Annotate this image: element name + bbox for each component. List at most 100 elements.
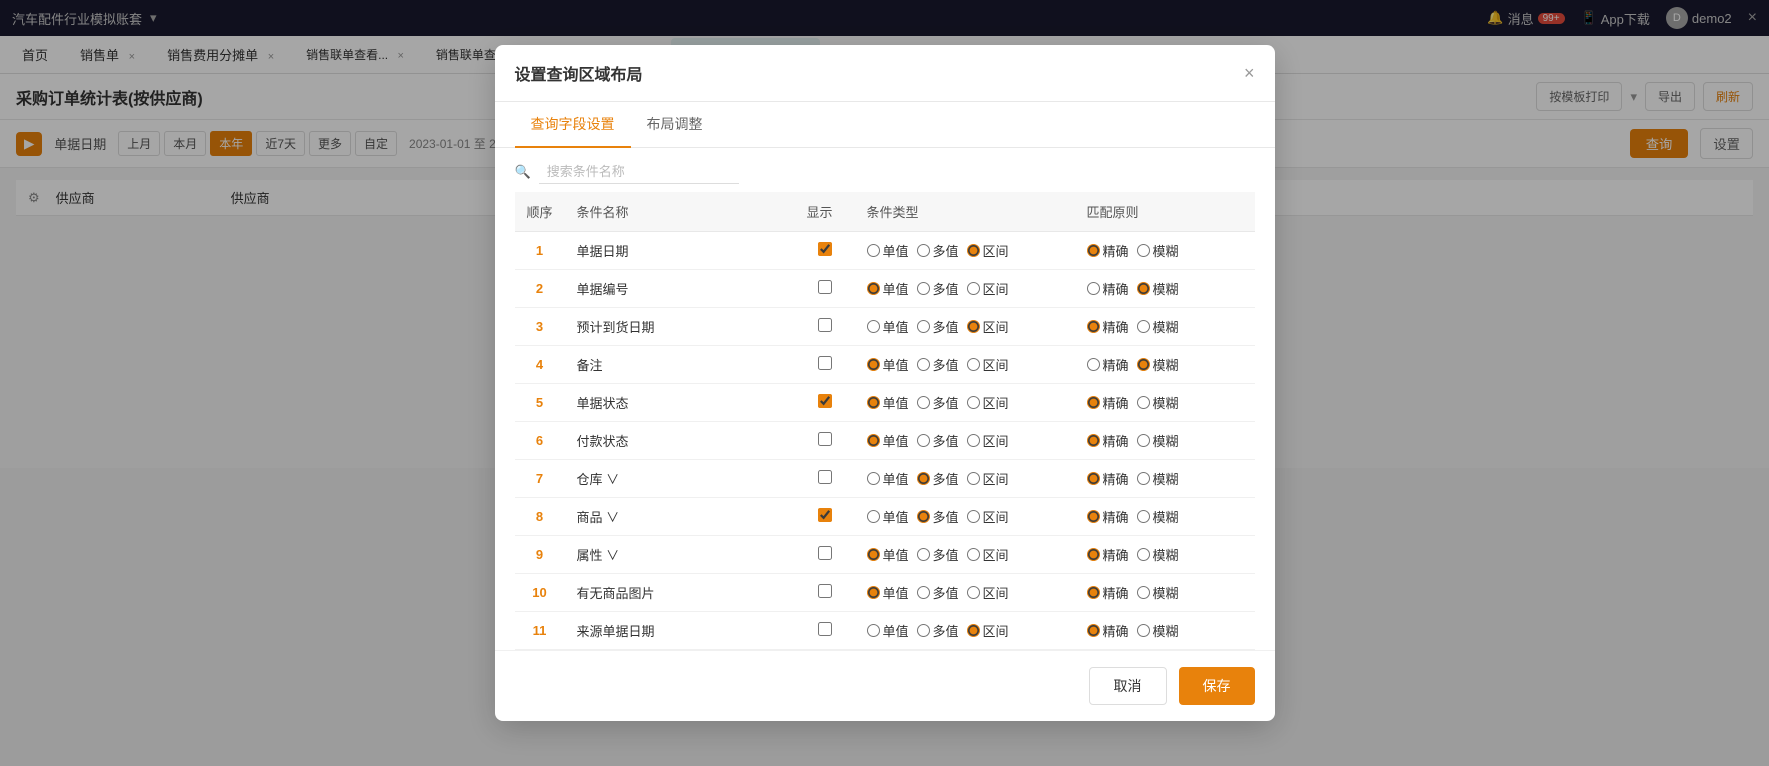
tab-field-settings[interactable]: 查询字段设置 bbox=[515, 102, 631, 148]
row-type-cell: 单值多值区间 bbox=[855, 346, 1075, 384]
row-display-cell bbox=[795, 612, 855, 650]
dialog-table-wrap: 顺序 条件名称 显示 条件类型 匹配原则 1单据日期单值多值区间精确模糊2单据编… bbox=[495, 192, 1275, 650]
match-radio-item[interactable]: 精确 bbox=[1087, 393, 1129, 412]
display-checkbox[interactable] bbox=[818, 432, 832, 446]
type-radio-item[interactable]: 多值 bbox=[917, 241, 959, 260]
type-radio-item[interactable]: 多值 bbox=[917, 393, 959, 412]
match-radio-item[interactable]: 精确 bbox=[1087, 583, 1129, 602]
match-radio-item[interactable]: 模糊 bbox=[1137, 355, 1179, 374]
type-radio-item[interactable]: 区间 bbox=[967, 355, 1009, 374]
row-display-cell bbox=[795, 460, 855, 498]
dialog-close-button[interactable]: × bbox=[1244, 64, 1255, 82]
match-radio-item[interactable]: 模糊 bbox=[1137, 241, 1179, 260]
row-match-cell: 精确模糊 bbox=[1075, 346, 1255, 384]
row-order: 8 bbox=[515, 498, 565, 536]
cancel-button[interactable]: 取消 bbox=[1089, 667, 1167, 705]
table-row: 3预计到货日期单值多值区间精确模糊 bbox=[515, 308, 1255, 346]
row-display-cell bbox=[795, 536, 855, 574]
match-radio-item[interactable]: 模糊 bbox=[1137, 583, 1179, 602]
row-type-cell: 单值多值区间 bbox=[855, 498, 1075, 536]
type-radio-item[interactable]: 单值 bbox=[867, 469, 909, 488]
type-radio-item[interactable]: 区间 bbox=[967, 621, 1009, 640]
th-display: 显示 bbox=[795, 192, 855, 232]
type-radio-item[interactable]: 多值 bbox=[917, 317, 959, 336]
match-radio-item[interactable]: 精确 bbox=[1087, 621, 1129, 640]
match-radio-item[interactable]: 模糊 bbox=[1137, 279, 1179, 298]
display-checkbox[interactable] bbox=[818, 508, 832, 522]
type-radio-item[interactable]: 多值 bbox=[917, 621, 959, 640]
type-radio-item[interactable]: 多值 bbox=[917, 469, 959, 488]
match-radio-item[interactable]: 模糊 bbox=[1137, 317, 1179, 336]
match-radio-item[interactable]: 模糊 bbox=[1137, 545, 1179, 564]
match-radio-item[interactable]: 精确 bbox=[1087, 469, 1129, 488]
type-radio-item[interactable]: 单值 bbox=[867, 583, 909, 602]
tab-layout[interactable]: 布局调整 bbox=[631, 102, 719, 148]
row-type-cell: 单值多值区间 bbox=[855, 536, 1075, 574]
row-display-cell bbox=[795, 574, 855, 612]
match-radio-item[interactable]: 模糊 bbox=[1137, 469, 1179, 488]
row-display-cell bbox=[795, 384, 855, 422]
row-order: 1 bbox=[515, 232, 565, 270]
type-radio-item[interactable]: 单值 bbox=[867, 279, 909, 298]
match-radio-item[interactable]: 精确 bbox=[1087, 241, 1129, 260]
match-radio-item[interactable]: 精确 bbox=[1087, 317, 1129, 336]
type-radio-item[interactable]: 多值 bbox=[917, 507, 959, 526]
row-match-cell: 精确模糊 bbox=[1075, 270, 1255, 308]
match-radio-item[interactable]: 精确 bbox=[1087, 431, 1129, 450]
display-checkbox[interactable] bbox=[818, 622, 832, 636]
display-checkbox[interactable] bbox=[818, 318, 832, 332]
table-row: 10有无商品图片单值多值区间精确模糊 bbox=[515, 574, 1255, 612]
type-radio-item[interactable]: 多值 bbox=[917, 355, 959, 374]
search-input[interactable] bbox=[539, 160, 739, 184]
match-radio-item[interactable]: 精确 bbox=[1087, 279, 1129, 298]
match-radio-item[interactable]: 模糊 bbox=[1137, 393, 1179, 412]
table-row: 7仓库 ∨单值多值区间精确模糊 bbox=[515, 460, 1255, 498]
type-radio-item[interactable]: 多值 bbox=[917, 431, 959, 450]
table-row: 8商品 ∨单值多值区间精确模糊 bbox=[515, 498, 1255, 536]
row-condition-name: 属性 ∨ bbox=[565, 536, 795, 574]
table-row: 4备注单值多值区间精确模糊 bbox=[515, 346, 1255, 384]
row-condition-name: 单据日期 bbox=[565, 232, 795, 270]
match-radio-item[interactable]: 模糊 bbox=[1137, 621, 1179, 640]
row-type-cell: 单值多值区间 bbox=[855, 232, 1075, 270]
table-row: 1单据日期单值多值区间精确模糊 bbox=[515, 232, 1255, 270]
type-radio-item[interactable]: 区间 bbox=[967, 393, 1009, 412]
type-radio-item[interactable]: 区间 bbox=[967, 279, 1009, 298]
type-radio-item[interactable]: 多值 bbox=[917, 583, 959, 602]
type-radio-item[interactable]: 单值 bbox=[867, 507, 909, 526]
display-checkbox[interactable] bbox=[818, 546, 832, 560]
match-radio-item[interactable]: 精确 bbox=[1087, 545, 1129, 564]
display-checkbox[interactable] bbox=[818, 280, 832, 294]
table-row: 5单据状态单值多值区间精确模糊 bbox=[515, 384, 1255, 422]
type-radio-item[interactable]: 区间 bbox=[967, 241, 1009, 260]
row-condition-name: 单据编号 bbox=[565, 270, 795, 308]
type-radio-item[interactable]: 单值 bbox=[867, 393, 909, 412]
type-radio-item[interactable]: 多值 bbox=[917, 279, 959, 298]
type-radio-item[interactable]: 单值 bbox=[867, 241, 909, 260]
row-match-cell: 精确模糊 bbox=[1075, 384, 1255, 422]
type-radio-item[interactable]: 单值 bbox=[867, 621, 909, 640]
display-checkbox[interactable] bbox=[818, 242, 832, 256]
display-checkbox[interactable] bbox=[818, 470, 832, 484]
type-radio-item[interactable]: 单值 bbox=[867, 431, 909, 450]
display-checkbox[interactable] bbox=[818, 584, 832, 598]
save-button[interactable]: 保存 bbox=[1179, 667, 1255, 705]
type-radio-item[interactable]: 多值 bbox=[917, 545, 959, 564]
type-radio-item[interactable]: 单值 bbox=[867, 355, 909, 374]
match-radio-item[interactable]: 精确 bbox=[1087, 355, 1129, 374]
dialog-title: 设置查询区域布局 bbox=[515, 61, 643, 85]
type-radio-item[interactable]: 区间 bbox=[967, 545, 1009, 564]
type-radio-item[interactable]: 单值 bbox=[867, 545, 909, 564]
type-radio-item[interactable]: 区间 bbox=[967, 469, 1009, 488]
display-checkbox[interactable] bbox=[818, 356, 832, 370]
type-radio-item[interactable]: 区间 bbox=[967, 583, 1009, 602]
type-radio-item[interactable]: 区间 bbox=[967, 507, 1009, 526]
type-radio-item[interactable]: 单值 bbox=[867, 317, 909, 336]
display-checkbox[interactable] bbox=[818, 394, 832, 408]
match-radio-item[interactable]: 模糊 bbox=[1137, 507, 1179, 526]
type-radio-item[interactable]: 区间 bbox=[967, 317, 1009, 336]
row-condition-name: 仓库 ∨ bbox=[565, 460, 795, 498]
match-radio-item[interactable]: 模糊 bbox=[1137, 431, 1179, 450]
type-radio-item[interactable]: 区间 bbox=[967, 431, 1009, 450]
match-radio-item[interactable]: 精确 bbox=[1087, 507, 1129, 526]
